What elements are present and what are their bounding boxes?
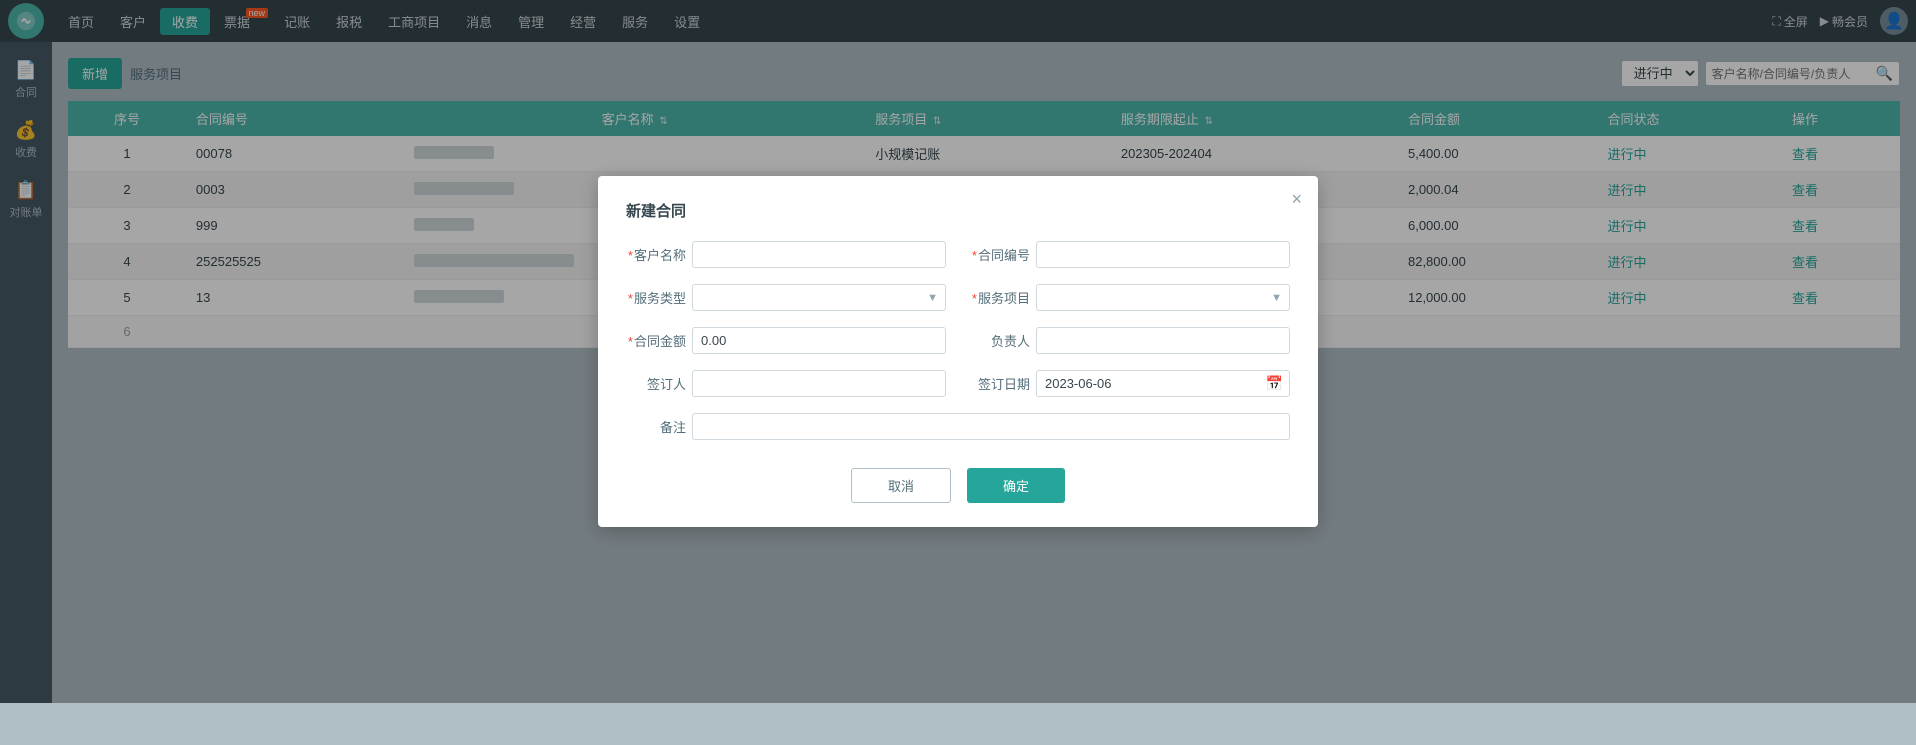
sign-date-input[interactable]	[1037, 371, 1266, 396]
amount-input[interactable]	[692, 327, 946, 354]
service-item-label: *服务项目	[970, 288, 1030, 307]
client-name-label: *客户名称	[626, 245, 686, 264]
form-row-3: *合同金额 负责人	[626, 327, 1290, 354]
required-star-2: *	[972, 248, 977, 263]
field-responsible: 负责人	[970, 327, 1290, 354]
dialog-footer: 取消 确定	[626, 468, 1290, 503]
service-type-select-wrap: ▼	[692, 284, 946, 311]
contract-no-label: *合同编号	[970, 245, 1030, 264]
calendar-icon[interactable]: 📅	[1266, 375, 1289, 392]
client-name-input[interactable]	[692, 241, 946, 268]
form-row-4: 签订人 签订日期 📅	[626, 370, 1290, 397]
form-row-2: *服务类型 ▼ *服务项目 ▼	[626, 284, 1290, 311]
form-row-1: *客户名称 *合同编号	[626, 241, 1290, 268]
required-star-4: *	[972, 291, 977, 306]
required-star: *	[628, 248, 633, 263]
field-contract-no: *合同编号	[970, 241, 1290, 268]
required-star-5: *	[628, 334, 633, 349]
confirm-button[interactable]: 确定	[967, 468, 1065, 503]
signer-input[interactable]	[692, 370, 946, 397]
field-service-type: *服务类型 ▼	[626, 284, 946, 311]
service-type-select[interactable]	[692, 284, 946, 311]
service-item-select-wrap: ▼	[1036, 284, 1290, 311]
new-contract-dialog: 新建合同 × *客户名称 *合同编号 *服务类型	[598, 176, 1318, 527]
service-item-select[interactable]	[1036, 284, 1290, 311]
amount-label: *合同金额	[626, 331, 686, 350]
required-star-3: *	[628, 291, 633, 306]
dialog-title: 新建合同	[626, 200, 1290, 221]
close-icon[interactable]: ×	[1291, 190, 1302, 208]
field-service-item: *服务项目 ▼	[970, 284, 1290, 311]
cancel-button[interactable]: 取消	[851, 468, 951, 503]
sign-date-label: 签订日期	[970, 374, 1030, 393]
remark-input[interactable]	[692, 413, 1290, 440]
signer-label: 签订人	[626, 374, 686, 393]
responsible-label: 负责人	[970, 331, 1030, 350]
field-signer: 签订人	[626, 370, 946, 397]
field-sign-date: 签订日期 📅	[970, 370, 1290, 397]
form-row-5: 备注	[626, 413, 1290, 440]
modal-overlay: 新建合同 × *客户名称 *合同编号 *服务类型	[0, 0, 1916, 703]
field-amount: *合同金额	[626, 327, 946, 354]
remark-label: 备注	[626, 417, 686, 436]
sign-date-field-wrap: 📅	[1036, 370, 1290, 397]
field-remark: 备注	[626, 413, 1290, 440]
field-client-name: *客户名称	[626, 241, 946, 268]
responsible-input[interactable]	[1036, 327, 1290, 354]
contract-no-input[interactable]	[1036, 241, 1290, 268]
service-type-label: *服务类型	[626, 288, 686, 307]
